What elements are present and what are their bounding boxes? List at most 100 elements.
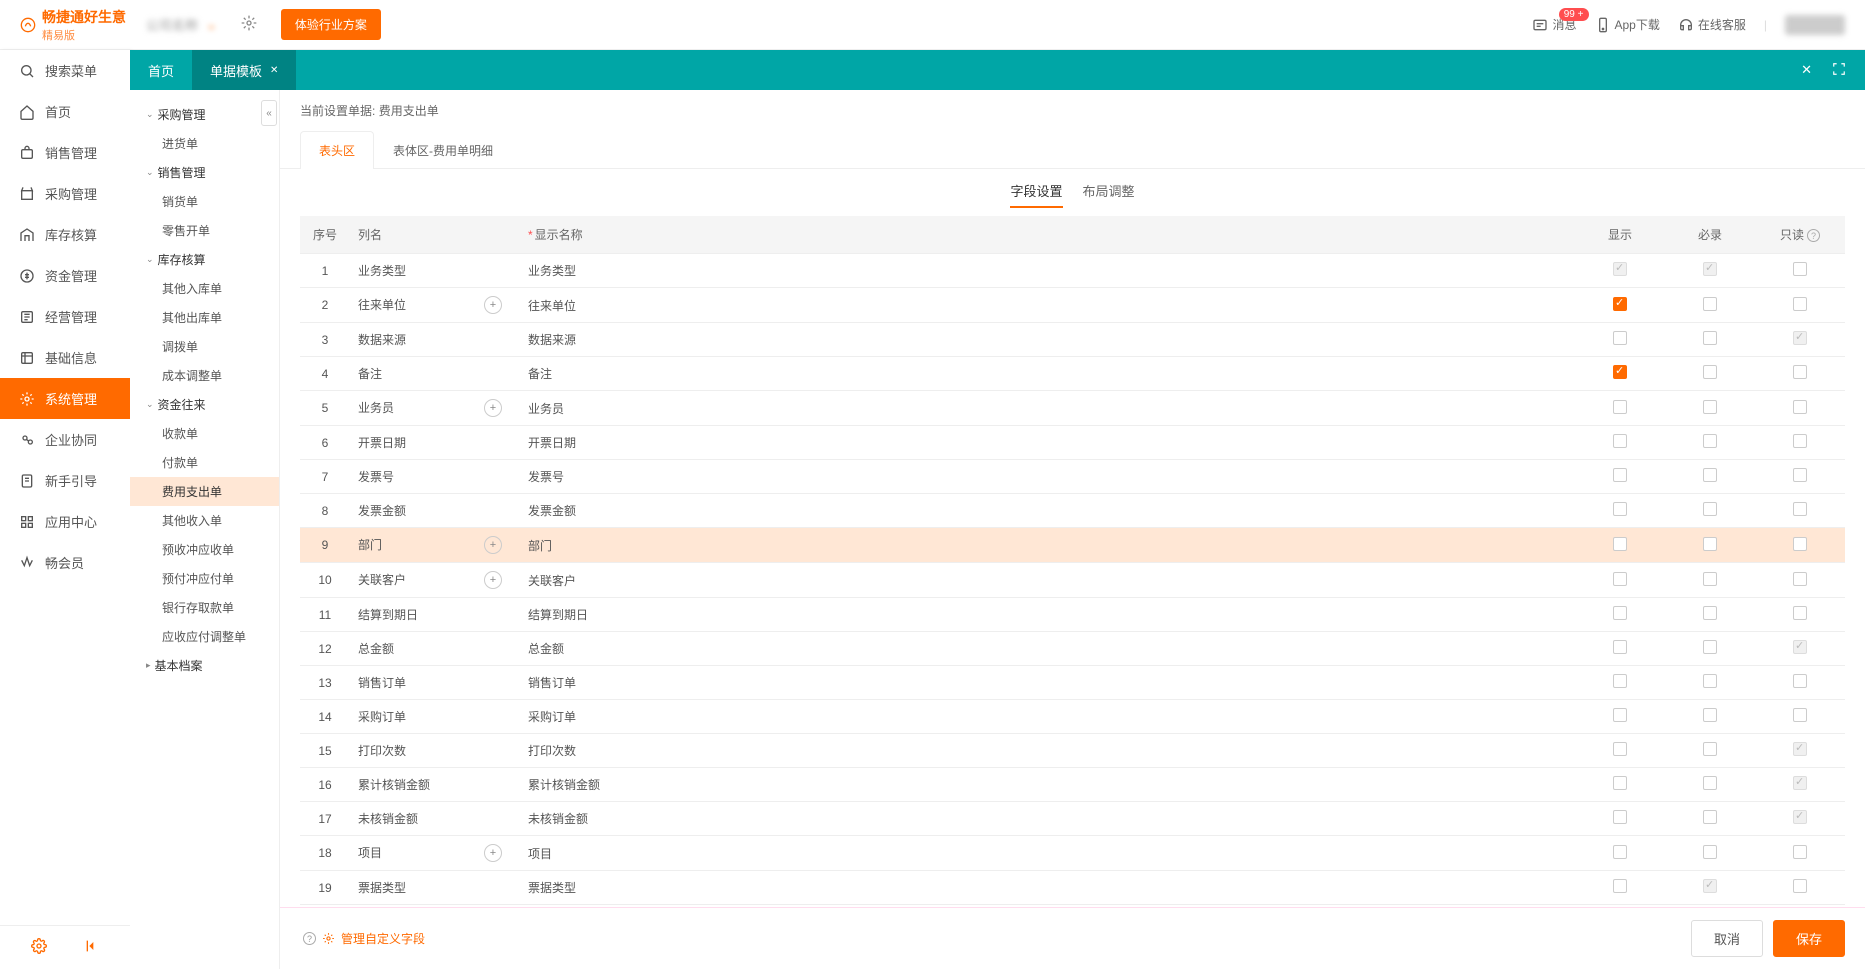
checkbox[interactable] — [1703, 640, 1717, 654]
nav-item-guide[interactable]: 新手引导 — [0, 460, 130, 501]
cancel-button[interactable]: 取消 — [1691, 920, 1763, 957]
checkbox[interactable] — [1793, 742, 1807, 756]
checkbox[interactable] — [1793, 400, 1807, 414]
tree-item[interactable]: 调拨单 — [130, 332, 279, 361]
tree-group[interactable]: ⌄销售管理 — [130, 158, 279, 187]
help-icon[interactable]: ? — [1807, 229, 1820, 242]
checkbox[interactable] — [1703, 468, 1717, 482]
checkbox[interactable] — [1793, 331, 1807, 345]
checkbox[interactable] — [1613, 810, 1627, 824]
tree-item[interactable]: 费用支出单 — [130, 477, 279, 506]
cell-dispname[interactable]: 备注 — [520, 357, 1575, 391]
table-row[interactable]: 19票据类型票据类型 — [300, 871, 1845, 905]
messages-button[interactable]: 消息 99 + — [1532, 16, 1576, 33]
cell-dispname[interactable]: 数据来源 — [520, 323, 1575, 357]
tree-group[interactable]: ⌄采购管理 — [130, 100, 279, 129]
checkbox[interactable] — [1613, 331, 1627, 345]
checkbox[interactable] — [1793, 776, 1807, 790]
secondary-tab[interactable]: 字段设置 — [1010, 181, 1062, 208]
table-row[interactable]: 3数据来源数据来源 — [300, 323, 1845, 357]
tree-item[interactable]: 银行存取款单 — [130, 593, 279, 622]
table-row[interactable]: 11结算到期日结算到期日 — [300, 598, 1845, 632]
tab[interactable]: 首页 — [130, 50, 192, 90]
table-row[interactable]: 6开票日期开票日期 — [300, 426, 1845, 460]
cell-dispname[interactable]: 业务类型 — [520, 254, 1575, 288]
checkbox[interactable] — [1793, 845, 1807, 859]
checkbox[interactable] — [1793, 879, 1807, 893]
checkbox[interactable] — [1613, 537, 1627, 551]
checkbox[interactable] — [1613, 606, 1627, 620]
checkbox[interactable] — [1703, 879, 1717, 893]
checkbox[interactable] — [1793, 502, 1807, 516]
inner-tab[interactable]: 表体区-费用单明细 — [374, 131, 512, 169]
checkbox[interactable] — [1613, 640, 1627, 654]
cell-dispname[interactable]: 往来单位 — [520, 288, 1575, 323]
checkbox[interactable] — [1613, 708, 1627, 722]
nav-item-gear[interactable]: 系统管理 — [0, 378, 130, 419]
cell-dispname[interactable]: 业务员 — [520, 391, 1575, 426]
cell-dispname[interactable]: 票据类型 — [520, 871, 1575, 905]
save-button[interactable]: 保存 — [1773, 920, 1845, 957]
tree-item[interactable]: 其他收入单 — [130, 506, 279, 535]
checkbox[interactable] — [1703, 810, 1717, 824]
table-row[interactable]: 10关联客户+关联客户 — [300, 563, 1845, 598]
checkbox[interactable] — [1613, 845, 1627, 859]
checkbox[interactable] — [1613, 365, 1627, 379]
checkbox[interactable] — [1793, 262, 1807, 276]
cell-dispname[interactable]: 累计核销金额 — [520, 768, 1575, 802]
cell-dispname[interactable]: 结算到期日 — [520, 598, 1575, 632]
nav-settings-icon[interactable] — [31, 938, 47, 957]
tab-close-icon[interactable]: ✕ — [270, 65, 278, 76]
nav-collapse-icon[interactable] — [84, 938, 100, 957]
add-icon[interactable]: + — [484, 296, 502, 314]
tree-item[interactable]: 零售开单 — [130, 216, 279, 245]
table-row[interactable]: 1业务类型业务类型 — [300, 254, 1845, 288]
checkbox[interactable] — [1703, 674, 1717, 688]
tree-item[interactable]: 应收应付调整单 — [130, 622, 279, 651]
nav-item-operate[interactable]: 经营管理 — [0, 296, 130, 337]
checkbox[interactable] — [1703, 434, 1717, 448]
checkbox[interactable] — [1613, 434, 1627, 448]
tree-item[interactable]: 收款单 — [130, 419, 279, 448]
tree-item[interactable]: 其他出库单 — [130, 303, 279, 332]
checkbox[interactable] — [1793, 434, 1807, 448]
sidebar-collapse-button[interactable]: « — [261, 100, 277, 126]
nav-item-cart[interactable]: 销售管理 — [0, 132, 130, 173]
cell-dispname[interactable]: 打印次数 — [520, 734, 1575, 768]
checkbox[interactable] — [1793, 708, 1807, 722]
app-download-button[interactable]: App下载 — [1595, 16, 1660, 33]
tree-item[interactable]: 其他入库单 — [130, 274, 279, 303]
nav-item-search[interactable]: 搜索菜单 — [0, 50, 130, 91]
add-icon[interactable]: + — [484, 399, 502, 417]
checkbox[interactable] — [1703, 502, 1717, 516]
checkbox[interactable] — [1613, 400, 1627, 414]
add-icon[interactable]: + — [484, 536, 502, 554]
checkbox[interactable] — [1703, 331, 1717, 345]
manage-custom-fields-link[interactable]: ? 管理自定义字段 — [300, 930, 425, 947]
table-row[interactable]: 14采购订单采购订单 — [300, 700, 1845, 734]
user-avatar[interactable] — [1785, 15, 1845, 35]
table-row[interactable]: 12总金额总金额 — [300, 632, 1845, 666]
cell-dispname[interactable]: 总金额 — [520, 632, 1575, 666]
cell-dispname[interactable]: 未核销金额 — [520, 802, 1575, 836]
tree-item[interactable]: 预收冲应收单 — [130, 535, 279, 564]
fullscreen-icon[interactable] — [1828, 58, 1850, 83]
checkbox[interactable] — [1613, 742, 1627, 756]
checkbox[interactable] — [1613, 468, 1627, 482]
table-row[interactable]: 13销售订单销售订单 — [300, 666, 1845, 700]
checkbox[interactable] — [1613, 674, 1627, 688]
table-row[interactable]: 7发票号发票号 — [300, 460, 1845, 494]
checkbox[interactable] — [1793, 810, 1807, 824]
nav-item-warehouse[interactable]: 库存核算 — [0, 214, 130, 255]
table-row[interactable]: 18项目+项目 — [300, 836, 1845, 871]
cell-dispname[interactable]: 采购订单 — [520, 700, 1575, 734]
checkbox[interactable] — [1703, 845, 1717, 859]
tree-item[interactable]: 销货单 — [130, 187, 279, 216]
online-service-button[interactable]: 在线客服 — [1678, 16, 1746, 33]
tree-item[interactable]: 成本调整单 — [130, 361, 279, 390]
table-row[interactable]: 5业务员+业务员 — [300, 391, 1845, 426]
checkbox[interactable] — [1613, 776, 1627, 790]
nav-item-money[interactable]: 资金管理 — [0, 255, 130, 296]
cell-dispname[interactable]: 关联客户 — [520, 563, 1575, 598]
tree-group[interactable]: ⌄资金往来 — [130, 390, 279, 419]
